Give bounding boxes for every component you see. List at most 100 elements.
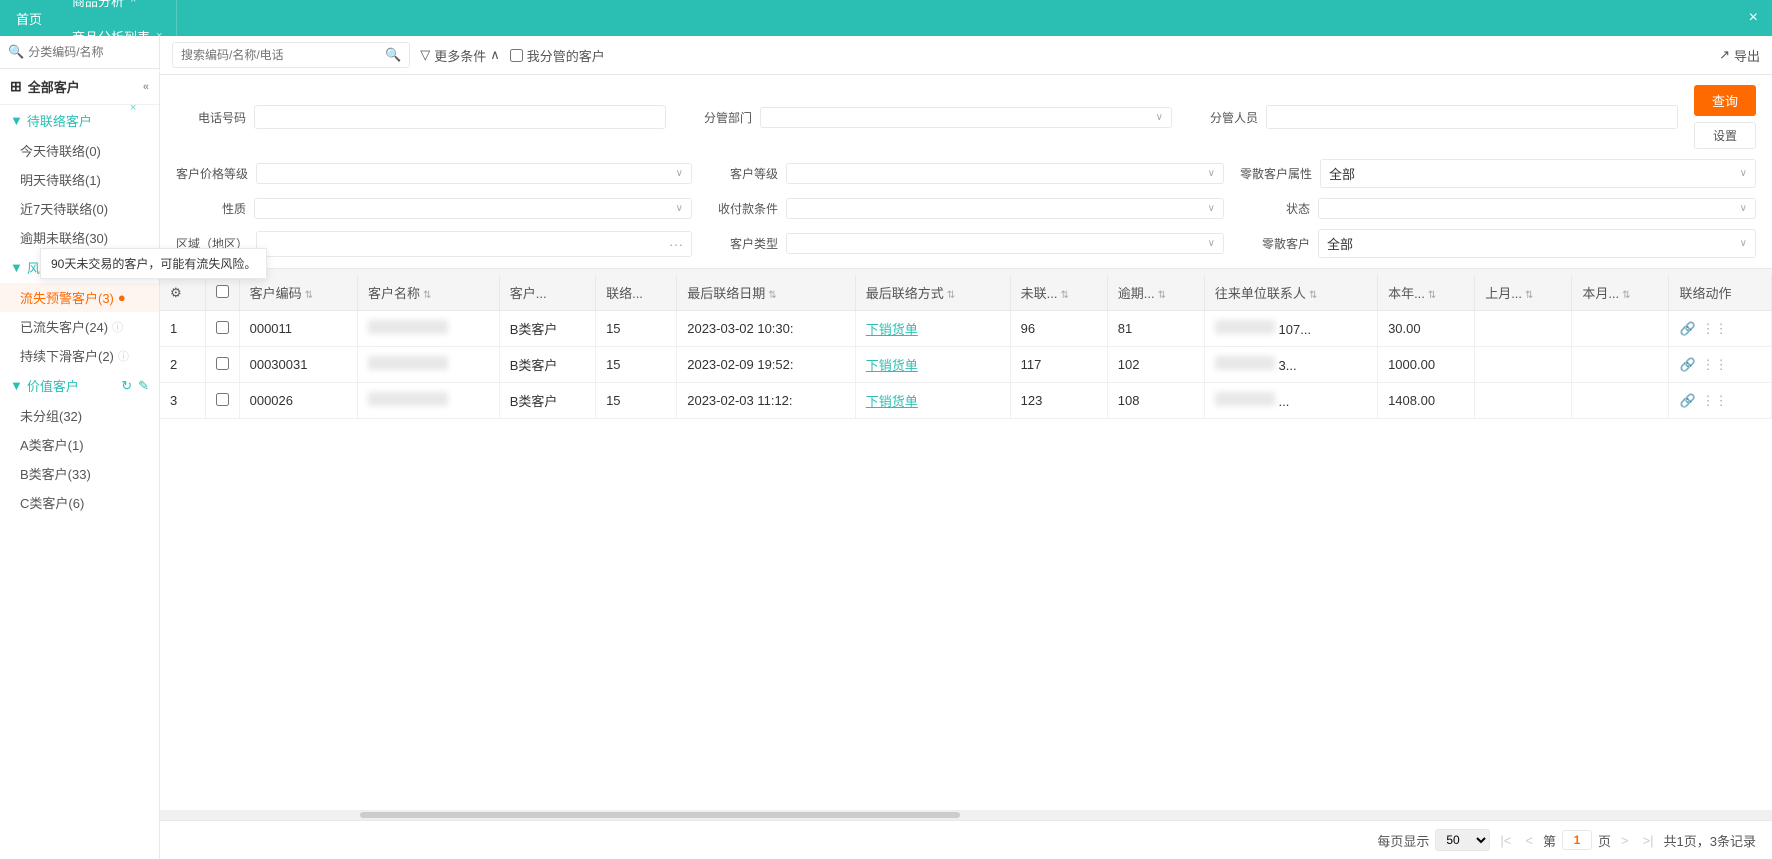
page-number-input[interactable] <box>1562 830 1592 850</box>
customer-type-select[interactable]: ∨ <box>786 233 1224 254</box>
section-arrow-pending: ▼ <box>10 113 23 128</box>
h-scrollbar[interactable] <box>160 810 1772 820</box>
filter-row-1: 电话号码 分管部门 ∨ 分管人员 查询 设置 <box>176 85 1756 149</box>
last-page-btn[interactable]: >| <box>1639 831 1658 850</box>
nature-label: 性质 <box>176 200 246 217</box>
tooltip-risk: 90天未交易的客户，可能有流失风险。 <box>40 248 160 279</box>
sidebar-item-churn-warning[interactable]: 流失预警客户(3) ● <box>0 283 159 312</box>
sidebar-search: 🔍 <box>0 36 159 69</box>
cell-last-type: 下销货单 <box>855 347 1010 383</box>
pagination: 每页显示 50 100 200 |< < 第 页 > >| 共1页，3条记录 <box>160 820 1772 859</box>
area-select[interactable]: ··· <box>256 231 692 257</box>
sidebar-section-value[interactable]: ▼ 价值客户 ↻ ✎ <box>0 370 159 401</box>
cell-last-type: 下销货单 <box>855 311 1010 347</box>
last-type-link[interactable]: 下销货单 <box>866 394 918 409</box>
tab-close-客户联系[interactable]: × <box>130 102 136 114</box>
sidebar-item-ungrouped[interactable]: 未分组(32) <box>0 401 159 430</box>
churned-info-icon[interactable]: ⓘ <box>112 319 123 335</box>
nav-home[interactable]: 首页 <box>0 0 58 36</box>
sidebar-item-declining[interactable]: 持续下滑客户(2) ⓘ <box>0 341 159 370</box>
sidebar-item-tomorrow[interactable]: 明天待联络(1) <box>0 165 159 194</box>
cell-type: B类客户 <box>499 347 595 383</box>
row-checkbox[interactable] <box>216 393 229 406</box>
section-arrow-risk: ▼ <box>10 260 23 275</box>
cell-name <box>358 311 500 347</box>
th-last-month: 上月...⇅ <box>1475 275 1572 311</box>
cell-no-contact: 123 <box>1010 383 1107 419</box>
content-area: 🔍 ▽ 更多条件 ∧ 我分管的客户 ↗ 导出 电话号码 <box>160 36 1772 859</box>
sidebar-item-classC[interactable]: C类客户(6) <box>0 488 159 517</box>
my-customers-checkbox[interactable]: 我分管的客户 <box>510 46 605 65</box>
row-checkbox[interactable] <box>216 321 229 334</box>
last-type-link[interactable]: 下销货单 <box>866 322 918 337</box>
my-customers-check[interactable] <box>510 49 523 62</box>
cell-contact-count: 15 <box>596 311 677 347</box>
tab-close-商品分析列表[interactable]: × <box>156 30 162 42</box>
action-menu-icon[interactable]: ⋮⋮ <box>1702 393 1728 409</box>
tab-close-商品分析[interactable]: × <box>130 0 136 6</box>
cell-last-month <box>1475 383 1572 419</box>
tab-close-客户分层经营[interactable]: × <box>156 66 162 78</box>
action-link-icon[interactable]: 🔗 <box>1679 393 1695 409</box>
cell-overdue: 102 <box>1107 347 1204 383</box>
sidebar-item-churned[interactable]: 已流失客户(24) ⓘ <box>0 312 159 341</box>
declining-info-icon[interactable]: ⓘ <box>118 348 129 364</box>
price-level-select[interactable]: ∨ <box>256 163 692 184</box>
filter-search-input[interactable] <box>181 48 381 62</box>
cell-this-year: 1000.00 <box>1378 347 1475 383</box>
area-dots-btn[interactable]: ··· <box>669 236 683 252</box>
zero-customer-label: 零散客户 <box>1240 235 1310 252</box>
zero-attr-select[interactable]: 全部 ∨ <box>1320 159 1756 188</box>
zero-customer-select[interactable]: 全部 ∨ <box>1318 229 1756 258</box>
export-button[interactable]: ↗ 导出 <box>1719 46 1760 65</box>
cell-actions: 🔗 ⋮⋮ <box>1669 383 1772 419</box>
manager-label: 分管人员 <box>1188 109 1258 126</box>
status-select[interactable]: ∨ <box>1318 198 1756 219</box>
sidebar-item-7days[interactable]: 近7天待联络(0) <box>0 194 159 223</box>
phone-input[interactable] <box>254 105 666 129</box>
customer-level-select[interactable]: ∨ <box>786 163 1224 184</box>
action-menu-icon[interactable]: ⋮⋮ <box>1702 357 1728 373</box>
nature-select[interactable]: ∨ <box>254 198 692 219</box>
last-type-link[interactable]: 下销货单 <box>866 358 918 373</box>
settings-button[interactable]: 设置 <box>1694 122 1756 149</box>
next-page-btn[interactable]: > <box>1617 831 1633 850</box>
action-link-icon[interactable]: 🔗 <box>1679 357 1695 373</box>
manager-input[interactable] <box>1266 105 1678 129</box>
cell-this-month <box>1572 383 1669 419</box>
cell-contact-count: 15 <box>596 383 677 419</box>
section-title-value: 价值客户 <box>27 376 79 395</box>
sidebar-item-today[interactable]: 今天待联络(0) <box>0 136 159 165</box>
action-menu-icon[interactable]: ⋮⋮ <box>1702 321 1728 337</box>
cell-last-month <box>1475 347 1572 383</box>
per-page-select[interactable]: 50 100 200 <box>1435 829 1490 851</box>
more-conditions-btn[interactable]: ▽ 更多条件 ∧ <box>420 46 500 65</box>
collapse-icon[interactable]: « <box>143 81 149 93</box>
value-refresh-icon[interactable]: ↻ <box>121 378 132 394</box>
department-select[interactable]: ∨ <box>760 107 1172 128</box>
sidebar-item-classB[interactable]: B类客户(33) <box>0 459 159 488</box>
first-page-btn[interactable]: |< <box>1496 831 1515 850</box>
select-all-checkbox[interactable] <box>216 285 229 298</box>
status-arrow: ∨ <box>1740 203 1747 214</box>
page-suffix: 页 <box>1598 831 1611 850</box>
top-nav: 首页 销售单×进货单×商品分析×商品分析列表×客户分层经营×客户联系× × <box>0 0 1772 36</box>
th-settings[interactable]: ⚙ <box>160 275 205 311</box>
value-edit-icon[interactable]: ✎ <box>138 378 149 394</box>
cell-contact-count: 15 <box>596 347 677 383</box>
nav-tab-商品分析[interactable]: 商品分析× <box>58 0 177 18</box>
close-window-button[interactable]: × <box>1735 9 1772 27</box>
sidebar-item-classA[interactable]: A类客户(1) <box>0 430 159 459</box>
sidebar-all-customers[interactable]: ⊞ 全部客户 « <box>0 69 159 105</box>
sidebar-search-input[interactable] <box>28 45 160 59</box>
th-last-type: 最后联络方式⇅ <box>855 275 1010 311</box>
row-checkbox[interactable] <box>216 357 229 370</box>
query-button[interactable]: 查询 <box>1694 85 1756 116</box>
filter-row-4: 区域（地区） ··· 客户类型 ∨ 零散客户 全部 ∨ <box>176 229 1756 258</box>
cell-code: 00030031 <box>239 347 357 383</box>
action-link-icon[interactable]: 🔗 <box>1679 321 1695 337</box>
cell-last-month <box>1475 311 1572 347</box>
prev-page-btn[interactable]: < <box>1521 831 1537 850</box>
cell-this-month <box>1572 347 1669 383</box>
payment-select[interactable]: ∨ <box>786 198 1224 219</box>
